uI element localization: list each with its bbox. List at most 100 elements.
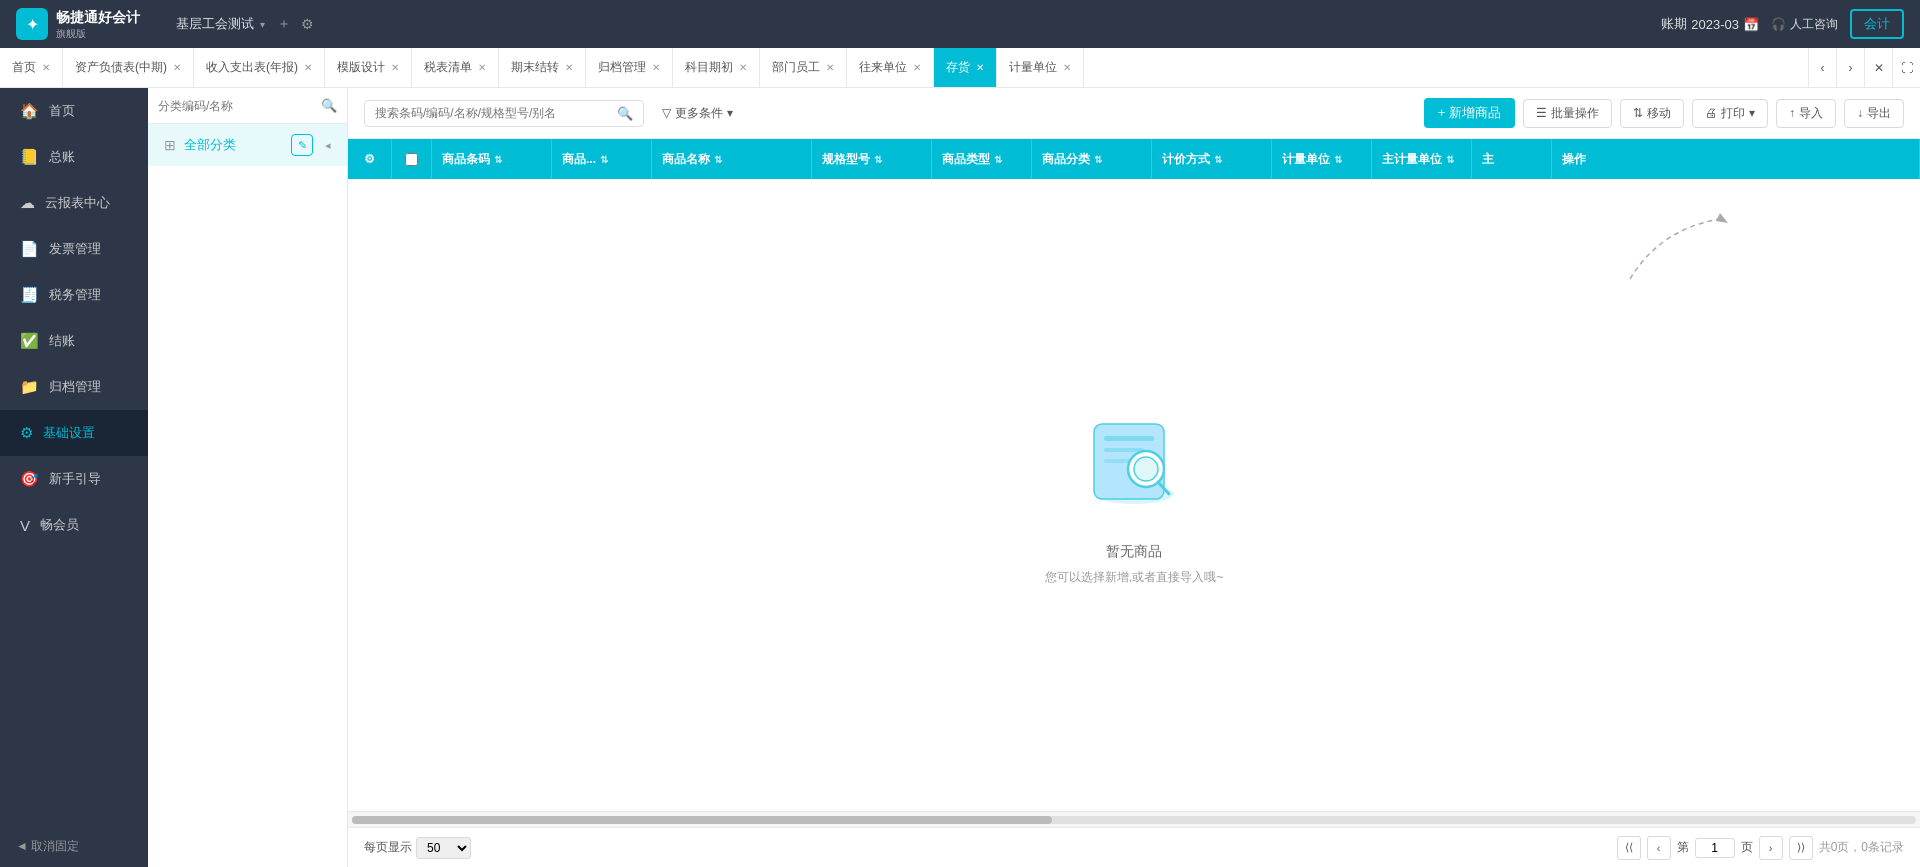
th-category[interactable]: 商品分类 ⇅ [1032, 139, 1152, 179]
tab-close-icon[interactable]: ✕ [826, 62, 834, 73]
edit-category-icon[interactable]: ✎ [291, 134, 313, 156]
last-page-button[interactable]: ⟩⟩ [1789, 836, 1813, 860]
logo-area: ✦ 畅捷通好会计 旗舰版 [16, 8, 164, 40]
sidebar-item-tax[interactable]: 🧾 税务管理 [0, 272, 148, 318]
first-page-button[interactable]: ⟨⟨ [1617, 836, 1641, 860]
th-price-method[interactable]: 计价方式 ⇅ [1152, 139, 1272, 179]
tab-close-icon[interactable]: ✕ [478, 62, 486, 73]
table-header: ⚙ 商品条码 ⇅ 商品... ⇅ [348, 139, 1920, 179]
tab-close-icon[interactable]: ✕ [565, 62, 573, 73]
tab-close-icon[interactable]: ✕ [739, 62, 747, 73]
sort-spec-icon[interactable]: ⇅ [874, 154, 882, 165]
tab-close-icon[interactable]: ✕ [976, 62, 984, 73]
select-all-checkbox[interactable] [405, 153, 418, 166]
add-product-button[interactable]: + 新增商品 [1424, 98, 1515, 128]
tab-subject-init[interactable]: 科目期初 ✕ [673, 48, 760, 88]
category-search-bar: 🔍 [148, 88, 347, 124]
tab-prev-button[interactable]: ‹ [1808, 48, 1836, 88]
next-page-button[interactable]: › [1759, 836, 1783, 860]
sidebar-item-archive[interactable]: 📁 归档管理 [0, 364, 148, 410]
tab-contacts[interactable]: 往来单位 ✕ [847, 48, 934, 88]
tab-close-icon[interactable]: ✕ [913, 62, 921, 73]
th-name[interactable]: 商品名称 ⇅ [652, 139, 812, 179]
sort-price-icon[interactable]: ⇅ [1214, 154, 1222, 165]
sidebar-item-cloud-report[interactable]: ☁ 云报表中心 [0, 180, 148, 226]
category-search-input[interactable] [158, 99, 315, 113]
batch-ops-button[interactable]: ☰ 批量操作 [1523, 99, 1612, 128]
tab-close-icon[interactable]: ✕ [173, 62, 181, 73]
tab-unit[interactable]: 计量单位 ✕ [997, 48, 1084, 88]
tab-dept-staff[interactable]: 部门员工 ✕ [760, 48, 847, 88]
collapse-icon[interactable]: ◂ [325, 139, 331, 152]
tab-tax-list[interactable]: 税表清单 ✕ [412, 48, 499, 88]
category-search-icon[interactable]: 🔍 [321, 98, 337, 113]
company-dropdown-icon[interactable]: ▾ [260, 19, 265, 30]
help-button[interactable]: 🎧 人工咨询 [1771, 16, 1838, 33]
tab-income-statement[interactable]: 收入支出表(年报) ✕ [194, 48, 325, 88]
tab-period-carry[interactable]: 期末结转 ✕ [499, 48, 586, 88]
th-extra[interactable]: 主 [1472, 139, 1552, 179]
tab-next-button[interactable]: › [1836, 48, 1864, 88]
print-button[interactable]: 🖨 打印 ▾ [1692, 99, 1768, 128]
sort-code-icon[interactable]: ⇅ [600, 154, 608, 165]
tab-close-icon[interactable]: ✕ [652, 62, 660, 73]
sidebar-item-home[interactable]: 🏠 首页 [0, 88, 148, 134]
th-barcode[interactable]: 商品条码 ⇅ [432, 139, 552, 179]
settings-icon[interactable]: ⚙ [301, 16, 314, 32]
sort-category-icon[interactable]: ⇅ [1094, 154, 1102, 165]
calendar-icon[interactable]: 📅 [1743, 17, 1759, 32]
sort-unit-icon[interactable]: ⇅ [1334, 154, 1342, 165]
page-size-select: 每页显示 50 100 200 [364, 837, 471, 859]
sidebar-item-member[interactable]: V 畅会员 [0, 502, 148, 548]
th-settings[interactable]: ⚙ [348, 139, 392, 179]
th-check[interactable] [392, 139, 432, 179]
sort-type-icon[interactable]: ⇅ [994, 154, 1002, 165]
grid-icon: ⊞ [164, 137, 176, 153]
tab-template-design[interactable]: 模版设计 ✕ [325, 48, 412, 88]
export-button[interactable]: ↓ 导出 [1844, 99, 1904, 128]
tab-close-icon[interactable]: ✕ [1063, 62, 1071, 73]
th-code[interactable]: 商品... ⇅ [552, 139, 652, 179]
member-icon: V [20, 517, 30, 534]
sidebar-item-close[interactable]: ✅ 结账 [0, 318, 148, 364]
page-number-input[interactable] [1695, 838, 1735, 858]
product-search-bar[interactable]: 🔍 [364, 100, 644, 127]
tab-balance-sheet[interactable]: 资产负债表(中期) ✕ [63, 48, 194, 88]
sidebar-item-guide[interactable]: 🎯 新手引导 [0, 456, 148, 502]
sidebar-item-invoice[interactable]: 📄 发票管理 [0, 226, 148, 272]
tab-archive[interactable]: 归档管理 ✕ [586, 48, 673, 88]
tab-inventory[interactable]: 存货 ✕ [934, 48, 997, 88]
th-main-unit[interactable]: 主计量单位 ⇅ [1372, 139, 1472, 179]
scroll-track[interactable] [352, 816, 1916, 824]
settings-col-icon[interactable]: ⚙ [364, 152, 375, 166]
sort-main-unit-icon[interactable]: ⇅ [1446, 154, 1454, 165]
th-type[interactable]: 商品类型 ⇅ [932, 139, 1032, 179]
cloud-icon: ☁ [20, 194, 35, 212]
unpin-sidebar-button[interactable]: ◄ 取消固定 [0, 826, 148, 867]
tab-close-all-button[interactable]: ✕ [1864, 48, 1892, 88]
product-search-input[interactable] [375, 106, 611, 120]
import-button[interactable]: ↑ 导入 [1776, 99, 1836, 128]
category-all-item[interactable]: ⊞ 全部分类 ✎ ◂ [148, 124, 347, 166]
product-search-icon[interactable]: 🔍 [617, 106, 633, 121]
horizontal-scrollbar[interactable] [348, 811, 1920, 827]
move-button[interactable]: ⇅ 移动 [1620, 99, 1684, 128]
tab-expand-button[interactable]: ⛶ [1892, 48, 1920, 88]
add-tab-icon[interactable]: ＋ [277, 15, 291, 33]
tab-close-icon[interactable]: ✕ [391, 62, 399, 73]
sort-barcode-icon[interactable]: ⇅ [494, 154, 502, 165]
tab-close-icon[interactable]: ✕ [304, 62, 312, 73]
th-unit[interactable]: 计量单位 ⇅ [1272, 139, 1372, 179]
page-size-dropdown[interactable]: 50 100 200 [416, 837, 471, 859]
prev-page-button[interactable]: ‹ [1647, 836, 1671, 860]
tab-home[interactable]: 首页 ✕ [0, 48, 63, 88]
sort-name-icon[interactable]: ⇅ [714, 154, 722, 165]
tab-close-icon[interactable]: ✕ [42, 62, 50, 73]
th-spec[interactable]: 规格型号 ⇅ [812, 139, 932, 179]
company-name[interactable]: 基层工会测试 ▾ ＋ ⚙ [176, 15, 1649, 33]
filter-button[interactable]: ▽ 更多条件 ▾ [654, 100, 741, 127]
account-button[interactable]: 会计 [1850, 9, 1904, 39]
scroll-thumb[interactable] [352, 816, 1052, 824]
sidebar-item-ledger[interactable]: 📒 总账 [0, 134, 148, 180]
sidebar-item-basic-settings[interactable]: ⚙ 基础设置 [0, 410, 148, 456]
